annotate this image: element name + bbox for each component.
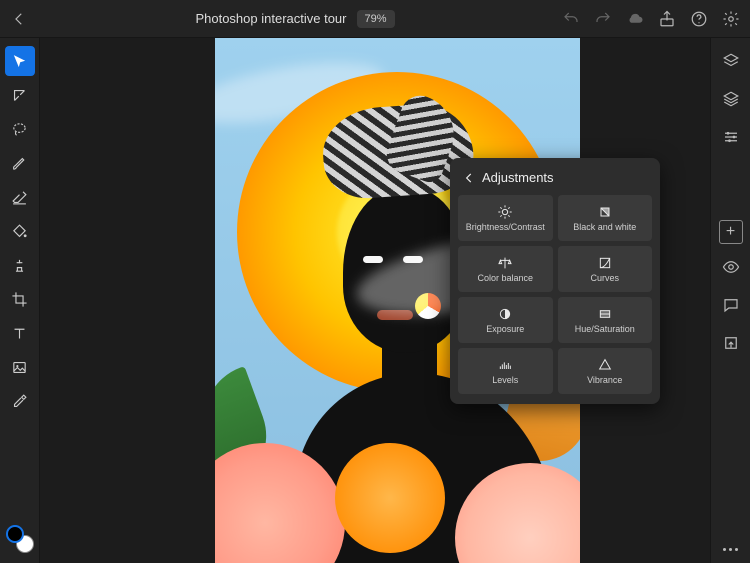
curves-icon <box>597 255 613 271</box>
adjust-label: Brightness/Contrast <box>466 223 545 232</box>
adjust-label: Exposure <box>486 325 524 334</box>
vibrance-icon <box>597 357 613 373</box>
undo-icon[interactable] <box>562 10 580 28</box>
clone-stamp-tool[interactable] <box>5 250 35 280</box>
share-icon[interactable] <box>658 10 676 28</box>
comments-icon[interactable] <box>716 290 746 320</box>
eraser-tool[interactable] <box>5 182 35 212</box>
adjust-levels[interactable]: Levels <box>458 348 553 394</box>
gear-icon[interactable] <box>722 10 740 28</box>
redo-icon[interactable] <box>594 10 612 28</box>
adjust-label: Levels <box>492 376 518 385</box>
adjust-label: Curves <box>590 274 619 283</box>
canvas-flower-center <box>335 443 445 553</box>
adjust-black-white[interactable]: Black and white <box>558 195 653 241</box>
levels-icon <box>497 357 513 373</box>
adjust-label: Black and white <box>573 223 636 232</box>
chevron-left-icon <box>462 171 476 185</box>
document-title: Photoshop interactive tour <box>195 11 346 26</box>
layers-icon[interactable] <box>716 46 746 76</box>
progress-badge: 79% <box>357 10 395 28</box>
adjust-color-balance[interactable]: Color balance <box>458 246 553 292</box>
right-panel-strip: + <box>710 38 750 563</box>
canvas-lips <box>377 310 413 320</box>
add-panel-button[interactable]: + <box>719 220 743 244</box>
foreground-swatch[interactable] <box>6 525 24 543</box>
canvas-eye-left <box>363 256 383 263</box>
fill-tool[interactable] <box>5 216 35 246</box>
crop-tool[interactable] <box>5 284 35 314</box>
place-image-tool[interactable] <box>5 352 35 382</box>
adjust-label: Hue/Saturation <box>575 325 635 334</box>
canvas-earring <box>415 293 441 319</box>
type-tool[interactable] <box>5 318 35 348</box>
move-tool[interactable] <box>5 46 35 76</box>
top-bar: Photoshop interactive tour 79% <box>0 0 750 38</box>
adjust-curves[interactable]: Curves <box>558 246 653 292</box>
hue-icon <box>597 306 613 322</box>
canvas-area[interactable]: Adjustments Brightness/Contrast Black an… <box>40 38 710 563</box>
adjust-label: Vibrance <box>587 376 622 385</box>
adjust-brightness-contrast[interactable]: Brightness/Contrast <box>458 195 553 241</box>
help-icon[interactable] <box>690 10 708 28</box>
more-icon[interactable] <box>723 548 738 551</box>
layer-stack-icon[interactable] <box>716 84 746 114</box>
transform-tool[interactable] <box>5 80 35 110</box>
canvas-eye-right <box>403 256 423 263</box>
adjust-vibrance[interactable]: Vibrance <box>558 348 653 394</box>
exposure-icon <box>497 306 513 322</box>
brightness-icon <box>497 204 513 220</box>
properties-icon[interactable] <box>716 122 746 152</box>
adjust-exposure[interactable]: Exposure <box>458 297 553 343</box>
popover-header[interactable]: Adjustments <box>458 166 652 195</box>
back-icon[interactable] <box>10 10 28 28</box>
left-toolbar <box>0 38 40 563</box>
brush-tool[interactable] <box>5 148 35 178</box>
cloud-icon[interactable] <box>626 10 644 28</box>
balance-icon <box>497 255 513 271</box>
adjust-label: Color balance <box>477 274 533 283</box>
black-white-icon <box>597 204 613 220</box>
popover-title: Adjustments <box>482 170 554 185</box>
lasso-tool[interactable] <box>5 114 35 144</box>
eyedropper-tool[interactable] <box>5 386 35 416</box>
adjustments-grid: Brightness/Contrast Black and white Colo… <box>458 195 652 394</box>
workspace: Adjustments Brightness/Contrast Black an… <box>0 38 750 563</box>
color-swatches[interactable] <box>6 525 34 553</box>
adjustments-popover: Adjustments Brightness/Contrast Black an… <box>450 158 660 404</box>
export-icon[interactable] <box>716 328 746 358</box>
visibility-icon[interactable] <box>716 252 746 282</box>
adjust-hue-saturation[interactable]: Hue/Saturation <box>558 297 653 343</box>
